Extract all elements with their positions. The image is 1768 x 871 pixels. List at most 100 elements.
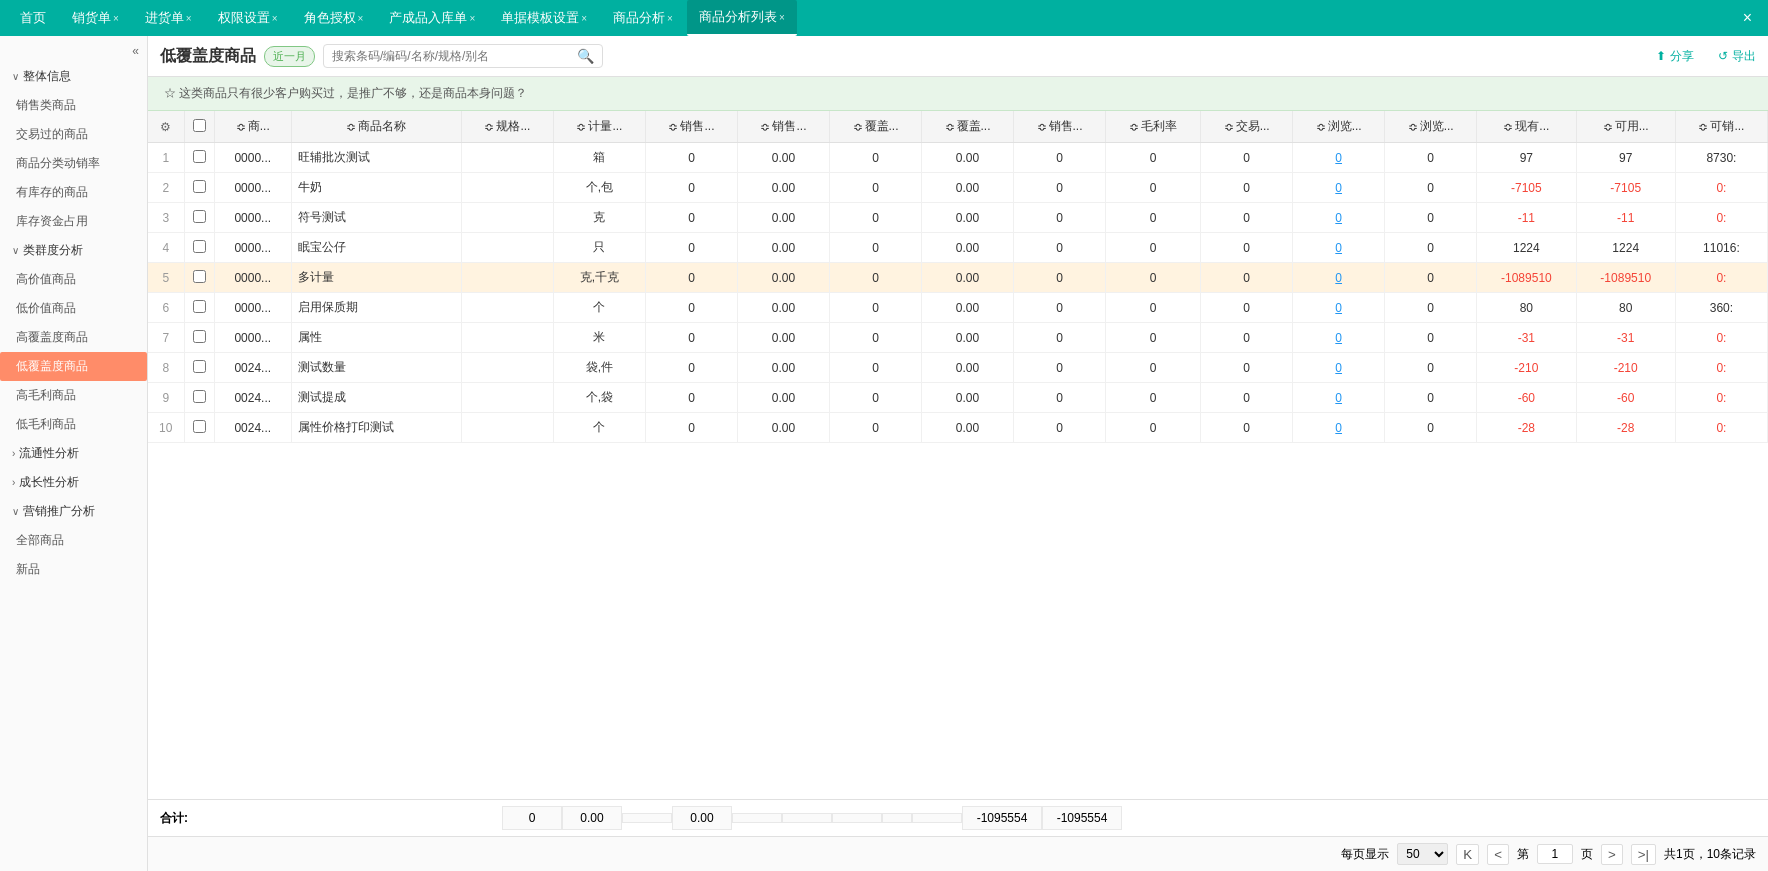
- row-checkbox[interactable]: [184, 293, 214, 323]
- row-checkbox[interactable]: [184, 263, 214, 293]
- spec-column-header[interactable]: ≎ 规格...: [461, 111, 553, 143]
- nav-close-template[interactable]: ×: [581, 13, 587, 24]
- row-browse1[interactable]: 0: [1293, 413, 1385, 443]
- browse2-column-header[interactable]: ≎ 浏览...: [1385, 111, 1477, 143]
- nav-close-analysis-list[interactable]: ×: [779, 12, 785, 23]
- row-sales-days: 0: [1014, 323, 1106, 353]
- row-browse1[interactable]: 0: [1293, 233, 1385, 263]
- nav-production[interactable]: 产成品入库单 ×: [377, 0, 487, 36]
- row-browse1[interactable]: 0: [1293, 323, 1385, 353]
- gross-rate-column-header[interactable]: ≎ 毛利率: [1106, 111, 1201, 143]
- coverage1-column-header[interactable]: ≎ 覆盖...: [830, 111, 922, 143]
- row-checkbox[interactable]: [184, 203, 214, 233]
- nav-home[interactable]: 首页: [8, 0, 58, 36]
- nav-purchase[interactable]: 进货单 ×: [133, 0, 204, 36]
- nav-close-purchase[interactable]: ×: [186, 13, 192, 24]
- row-browse1[interactable]: 0: [1293, 263, 1385, 293]
- sidebar-item-high-value[interactable]: 高价值商品: [0, 265, 147, 294]
- nav-permissions[interactable]: 权限设置 ×: [206, 0, 290, 36]
- row-browse1[interactable]: 0: [1293, 383, 1385, 413]
- row-gross-rate: 0: [1106, 293, 1201, 323]
- sidebar-section-flow[interactable]: › 流通性分析: [0, 439, 147, 468]
- share-button[interactable]: ⬆ 分享: [1656, 48, 1694, 65]
- row-checkbox[interactable]: [184, 353, 214, 383]
- sidebar-section-marketing[interactable]: ∨ 营销推广分析: [0, 497, 147, 526]
- sidebar-item-low-value[interactable]: 低价值商品: [0, 294, 147, 323]
- sidebar-item-high-margin[interactable]: 高毛利商品: [0, 381, 147, 410]
- trade-column-header[interactable]: ≎ 交易...: [1201, 111, 1293, 143]
- row-sales-days: 0: [1014, 353, 1106, 383]
- row-gross-rate: 0: [1106, 353, 1201, 383]
- sales-amount-column-header[interactable]: ≎ 销售...: [737, 111, 829, 143]
- nav-close-sales[interactable]: ×: [113, 13, 119, 24]
- sidebar-section-cluster[interactable]: ∨ 类群度分析: [0, 236, 147, 265]
- nav-close-product-analysis[interactable]: ×: [667, 13, 673, 24]
- sidebar-item-low-margin[interactable]: 低毛利商品: [0, 410, 147, 439]
- column-settings-icon[interactable]: ⚙: [160, 120, 171, 134]
- sidebar-item-high-coverage[interactable]: 高覆盖度商品: [0, 323, 147, 352]
- row-checkbox[interactable]: [184, 323, 214, 353]
- sidebar-collapse-button[interactable]: «: [0, 40, 147, 62]
- row-checkbox[interactable]: [184, 413, 214, 443]
- sellable-column-header[interactable]: ≎ 可销...: [1675, 111, 1767, 143]
- unit-column-header[interactable]: ≎ 计量...: [553, 111, 645, 143]
- export-button[interactable]: ↺ 导出: [1718, 48, 1756, 65]
- row-browse1[interactable]: 0: [1293, 143, 1385, 173]
- row-checkbox[interactable]: [184, 233, 214, 263]
- row-gross-rate: 0: [1106, 323, 1201, 353]
- sidebar-item-inventory-funds[interactable]: 库存资金占用: [0, 207, 147, 236]
- row-browse1[interactable]: 0: [1293, 173, 1385, 203]
- content-header: 低覆盖度商品 近一月 🔍 ⬆ 分享 ↺ 导出: [148, 36, 1768, 77]
- sidebar-item-traded-goods[interactable]: 交易过的商品: [0, 120, 147, 149]
- row-browse1[interactable]: 0: [1293, 203, 1385, 233]
- name-column-header[interactable]: ≎ 商品名称: [291, 111, 461, 143]
- sidebar-item-in-stock[interactable]: 有库存的商品: [0, 178, 147, 207]
- sidebar-item-new-goods[interactable]: 新品: [0, 555, 147, 584]
- row-browse1[interactable]: 0: [1293, 293, 1385, 323]
- nav-analysis-list[interactable]: 商品分析列表 ×: [687, 0, 797, 36]
- sidebar-item-category-rate[interactable]: 商品分类动销率: [0, 149, 147, 178]
- per-page-select[interactable]: 50 10 20 100: [1397, 843, 1448, 865]
- row-coverage1: 0: [830, 203, 922, 233]
- row-spec: [461, 323, 553, 353]
- nav-sales-order[interactable]: 销货单 ×: [60, 0, 131, 36]
- nav-product-analysis[interactable]: 商品分析 ×: [601, 0, 685, 36]
- row-coverage2: 0.00: [922, 323, 1014, 353]
- nav-close-permissions[interactable]: ×: [272, 13, 278, 24]
- nav-close-roles[interactable]: ×: [358, 13, 364, 24]
- nav-roles[interactable]: 角色授权 ×: [292, 0, 376, 36]
- row-checkbox[interactable]: [184, 383, 214, 413]
- row-checkbox[interactable]: [184, 143, 214, 173]
- search-input[interactable]: [332, 49, 573, 63]
- first-page-button[interactable]: K: [1456, 844, 1479, 865]
- time-filter-badge[interactable]: 近一月: [264, 46, 315, 67]
- sidebar-item-low-coverage[interactable]: 低覆盖度商品: [0, 352, 147, 381]
- prev-page-button[interactable]: <: [1487, 844, 1509, 865]
- row-browse1[interactable]: 0: [1293, 353, 1385, 383]
- coverage2-column-header[interactable]: ≎ 覆盖...: [922, 111, 1014, 143]
- sidebar: « ∨ 整体信息 销售类商品 交易过的商品 商品分类动销率 有库存的商品 库存资…: [0, 36, 148, 871]
- code-column-header[interactable]: ≎ 商...: [214, 111, 291, 143]
- nav-window-close[interactable]: ×: [1735, 9, 1760, 27]
- select-all-checkbox[interactable]: [193, 119, 206, 132]
- row-browse2: 0: [1385, 203, 1477, 233]
- row-checkbox[interactable]: [184, 173, 214, 203]
- next-page-button[interactable]: >: [1601, 844, 1623, 865]
- search-icon[interactable]: 🔍: [577, 48, 594, 64]
- current-stock-column-header[interactable]: ≎ 现有...: [1477, 111, 1576, 143]
- sidebar-item-sales-goods[interactable]: 销售类商品: [0, 91, 147, 120]
- browse1-column-header[interactable]: ≎ 浏览...: [1293, 111, 1385, 143]
- last-page-button[interactable]: >|: [1631, 844, 1656, 865]
- page-number-input[interactable]: [1537, 844, 1573, 864]
- sales-days-column-header[interactable]: ≎ 销售...: [1014, 111, 1106, 143]
- sidebar-item-all-goods[interactable]: 全部商品: [0, 526, 147, 555]
- row-sellable: 8730:: [1675, 143, 1767, 173]
- nav-template[interactable]: 单据模板设置 ×: [489, 0, 599, 36]
- sidebar-section-overall[interactable]: ∨ 整体信息: [0, 62, 147, 91]
- row-sales-amount: 0.00: [737, 293, 829, 323]
- nav-close-production[interactable]: ×: [469, 13, 475, 24]
- sidebar-section-growth[interactable]: › 成长性分析: [0, 468, 147, 497]
- row-sellable: 0:: [1675, 323, 1767, 353]
- sales-count-column-header[interactable]: ≎ 销售...: [645, 111, 737, 143]
- available-column-header[interactable]: ≎ 可用...: [1576, 111, 1675, 143]
